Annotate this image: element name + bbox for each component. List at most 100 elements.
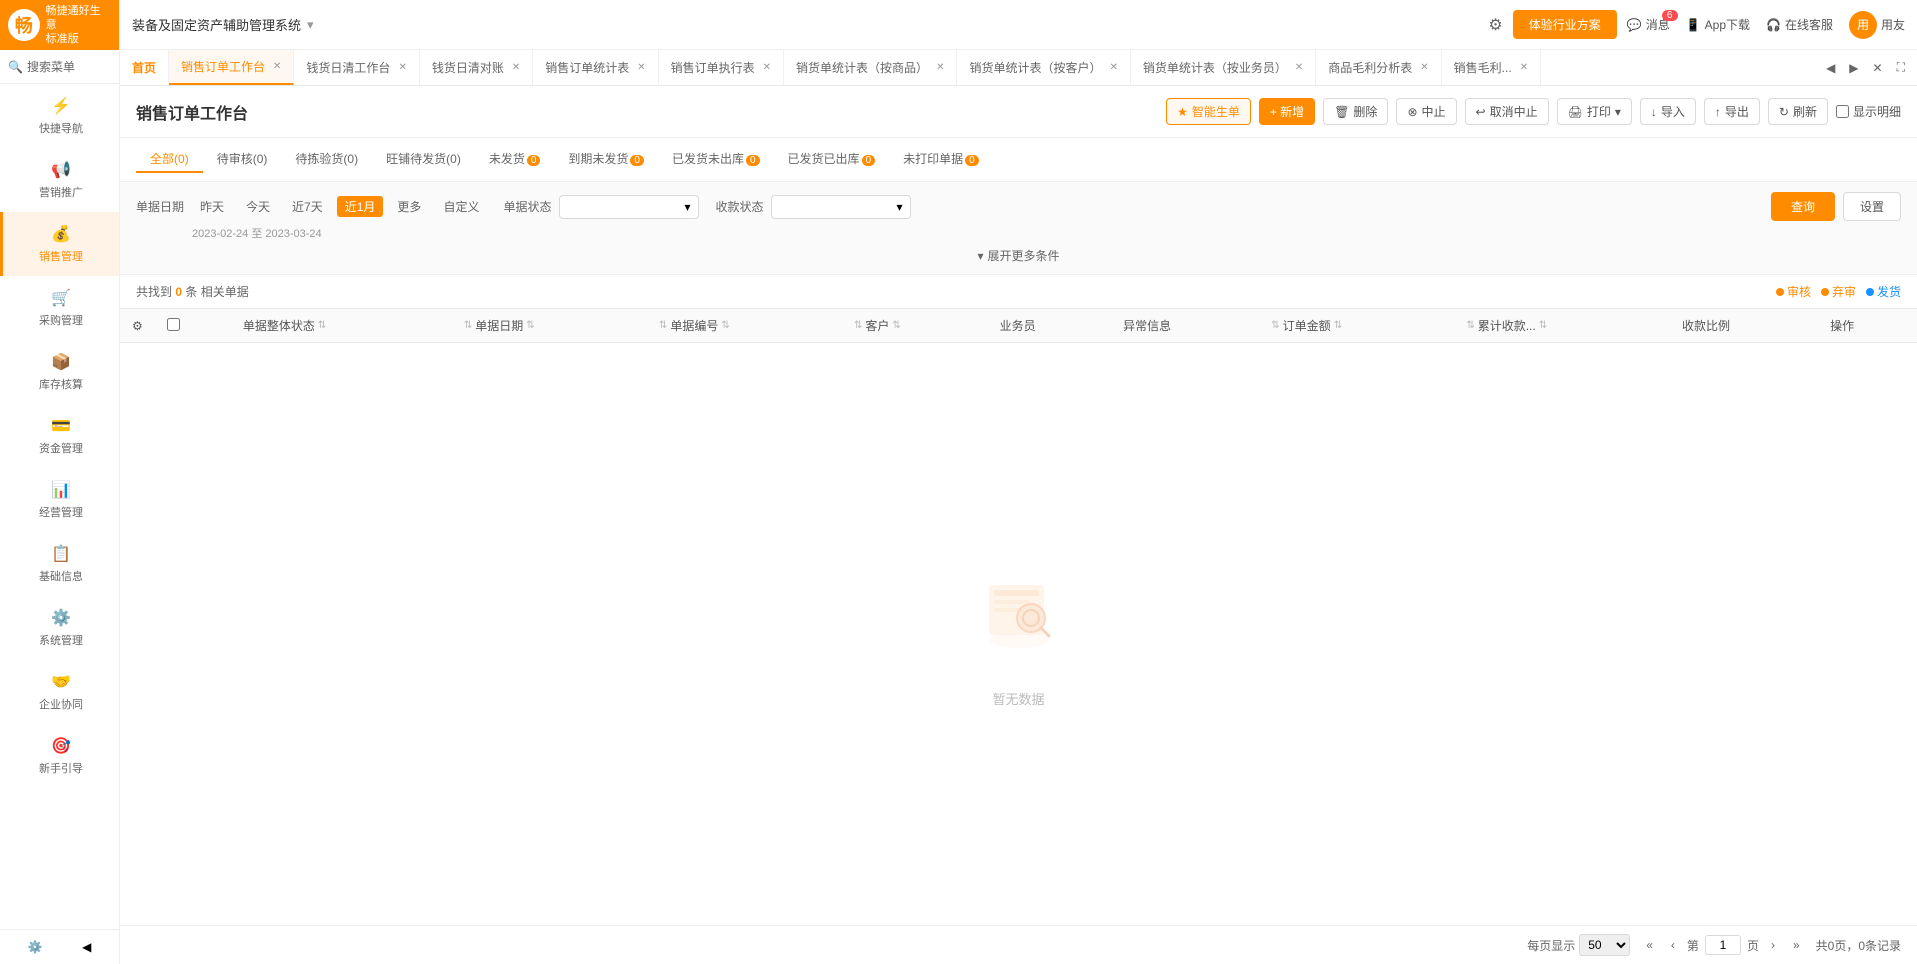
sort-number[interactable]: ⇅ 单据编号 ⇅	[659, 317, 830, 334]
tab-close-all[interactable]: ✕	[1869, 59, 1887, 77]
filter-tab-inspection[interactable]: 待拣验货(0)	[281, 146, 372, 173]
tab-home[interactable]: 首页	[120, 50, 169, 85]
ship-action[interactable]: 发货	[1866, 283, 1901, 300]
sidebar-item-collab[interactable]: 🤝 企业协同	[0, 660, 119, 724]
select-all-checkbox[interactable]	[167, 318, 180, 331]
date-option-yesterday[interactable]: 昨天	[192, 196, 232, 217]
sidebar-item-operation[interactable]: 📊 经营管理	[0, 468, 119, 532]
date-option-custom[interactable]: 自定义	[435, 196, 487, 217]
page-title: 销售订单工作台	[136, 100, 248, 124]
date-option-today[interactable]: 今天	[238, 196, 278, 217]
new-button[interactable]: + 新增	[1259, 98, 1315, 125]
tab-sales-stats-close[interactable]: ✕	[637, 62, 645, 73]
refresh-icon: ↻	[1779, 105, 1789, 119]
date-option-7days[interactable]: 近7天	[284, 196, 331, 217]
query-button[interactable]: 查询	[1771, 192, 1835, 221]
filter-tab-wangpu[interactable]: 旺铺待发货(0)	[372, 146, 475, 173]
collapse-icon[interactable]: ◀	[82, 940, 91, 954]
sidebar-item-finance[interactable]: 💳 资金管理	[0, 404, 119, 468]
export-button[interactable]: ↑ 导出	[1704, 98, 1760, 125]
sidebar-item-marketing[interactable]: 📢 营销推广	[0, 148, 119, 212]
filter-tab-not-printed[interactable]: 未打印单据0	[889, 146, 993, 173]
tab-gross-margin-close[interactable]: ✕	[1420, 62, 1428, 73]
settings-icon[interactable]: ⚙️	[28, 940, 43, 954]
tab-nav-prev[interactable]: ◀	[1822, 59, 1839, 77]
page-next-btn[interactable]: ›	[1765, 936, 1781, 954]
industry-solution-button[interactable]: 体验行业方案	[1513, 10, 1617, 39]
smart-create-button[interactable]: ★ 智能生单	[1166, 98, 1251, 125]
discard-action[interactable]: 弃审	[1821, 283, 1856, 300]
stop-button[interactable]: ⊗ 中止	[1396, 98, 1456, 125]
sidebar-item-purchase[interactable]: 🛒 采购管理	[0, 276, 119, 340]
sidebar-search[interactable]: 🔍 搜索菜单	[0, 50, 119, 84]
sidebar-item-basic-info[interactable]: 📋 基础信息	[0, 532, 119, 596]
tab-sales-stats[interactable]: 销售订单统计表 ✕	[533, 50, 658, 85]
table-scroll-container[interactable]: ⚙ 单据整体状态 ⇅	[120, 308, 1917, 343]
page-size-dropdown[interactable]: 50 10 20 100	[1579, 934, 1630, 956]
sidebar-item-quick-nav[interactable]: ⚡ 快捷导航	[0, 84, 119, 148]
th-settings[interactable]: ⚙	[120, 309, 155, 343]
page-prev-btn[interactable]: ‹	[1665, 936, 1681, 954]
tab-reconciliation[interactable]: 钱货日清对账 ✕	[420, 50, 533, 85]
column-settings-icon[interactable]: ⚙	[132, 319, 143, 333]
filter-tab-shipped-not-out[interactable]: 已发货未出库0	[658, 146, 774, 173]
audit-action[interactable]: 审核	[1776, 283, 1811, 300]
th-staff: 业务员	[988, 309, 1111, 343]
print-button[interactable]: 🖨 打印 ▾	[1557, 98, 1632, 125]
delete-button[interactable]: 🗑 删除	[1323, 98, 1388, 125]
online-service-action[interactable]: 🎧 在线客服	[1766, 16, 1833, 33]
filter-tab-not-shipped[interactable]: 未发货0	[475, 146, 555, 173]
tab-sales-order-close[interactable]: ✕	[273, 61, 281, 72]
sort-customer[interactable]: ⇅ 客户 ⇅	[854, 317, 976, 334]
message-action[interactable]: 💬 消息 6	[1627, 16, 1670, 33]
sidebar-item-inventory[interactable]: 📦 库存核算	[0, 340, 119, 404]
tab-shipment-stats-customer-close[interactable]: ✕	[1109, 62, 1117, 73]
filter-tab-pending[interactable]: 待审核(0)	[203, 146, 282, 173]
page-first-btn[interactable]: «	[1640, 936, 1659, 954]
date-option-more[interactable]: 更多	[389, 196, 429, 217]
sort-status[interactable]: 单据整体状态 ⇅	[243, 317, 440, 334]
tab-sales-exec[interactable]: 销售订单执行表 ✕	[659, 50, 784, 85]
refresh-button[interactable]: ↻ 刷新	[1768, 98, 1828, 125]
tab-shipment-stats-product-close[interactable]: ✕	[936, 62, 944, 73]
tab-fullscreen[interactable]: ⛶	[1893, 58, 1909, 77]
sort-date[interactable]: ⇅ 单据日期 ⇅	[464, 317, 635, 334]
sort-amount[interactable]: ⇅ 订单金额 ⇅	[1271, 317, 1442, 334]
sidebar-item-system[interactable]: ⚙️ 系统管理	[0, 596, 119, 660]
tab-sales-order[interactable]: 销售订单工作台 ✕	[169, 50, 294, 85]
tab-shipment-stats-customer[interactable]: 销货单统计表（按客户） ✕	[957, 50, 1130, 85]
filter-tab-overdue[interactable]: 到期未发货0	[554, 146, 658, 173]
tab-sales-margin[interactable]: 销售毛利... ✕	[1442, 50, 1541, 85]
tab-shipment-stats-staff[interactable]: 销货单统计表（按业务员） ✕	[1131, 50, 1316, 85]
tab-sales-exec-close[interactable]: ✕	[763, 62, 771, 73]
topbar-dropdown-icon[interactable]: ▾	[307, 17, 314, 33]
app-download-action[interactable]: 📱 App下载	[1686, 16, 1750, 33]
tab-cashflow-close[interactable]: ✕	[398, 62, 406, 73]
cancel-stop-button[interactable]: ↩ 取消中止	[1465, 98, 1549, 125]
tab-reconciliation-close[interactable]: ✕	[512, 62, 520, 73]
tab-shipment-stats-staff-close[interactable]: ✕	[1295, 62, 1303, 73]
date-option-1month[interactable]: 近1月	[337, 196, 384, 217]
expand-conditions-button[interactable]: ▾ 展开更多条件	[977, 247, 1059, 264]
import-button[interactable]: ↓ 导入	[1640, 98, 1696, 125]
sort-cumulative[interactable]: ⇅ 累计收款... ⇅	[1466, 317, 1658, 334]
page-number-input[interactable]	[1705, 935, 1741, 955]
user-action[interactable]: 用 用友	[1849, 11, 1905, 39]
date-filter: 昨天 今天 近7天 近1月 更多 自定义	[192, 196, 487, 217]
set-button[interactable]: 设置	[1843, 192, 1901, 221]
show-detail-checkbox[interactable]: 显示明细	[1836, 103, 1901, 120]
tab-gross-margin[interactable]: 商品毛利分析表 ✕	[1316, 50, 1441, 85]
settings-btn[interactable]: ⚙	[1488, 15, 1502, 35]
tab-cashflow[interactable]: 钱货日清工作台 ✕	[294, 50, 419, 85]
sidebar-item-guide[interactable]: 🎯 新手引导	[0, 724, 119, 788]
filter-tab-shipped-out[interactable]: 已发货已出库0	[774, 146, 890, 173]
page-last-btn[interactable]: »	[1787, 936, 1806, 954]
sidebar-item-sales[interactable]: 💰 销售管理	[0, 212, 119, 276]
tab-shipment-stats-product[interactable]: 销货单统计表（按商品） ✕	[784, 50, 957, 85]
filter-tab-all[interactable]: 全部(0)	[136, 146, 203, 173]
payment-select[interactable]: ▾	[771, 195, 911, 219]
tab-nav-next[interactable]: ▶	[1845, 59, 1862, 77]
tab-sales-margin-close[interactable]: ✕	[1520, 62, 1528, 73]
status-select[interactable]: ▾	[559, 195, 699, 219]
show-detail-input[interactable]	[1836, 105, 1849, 118]
